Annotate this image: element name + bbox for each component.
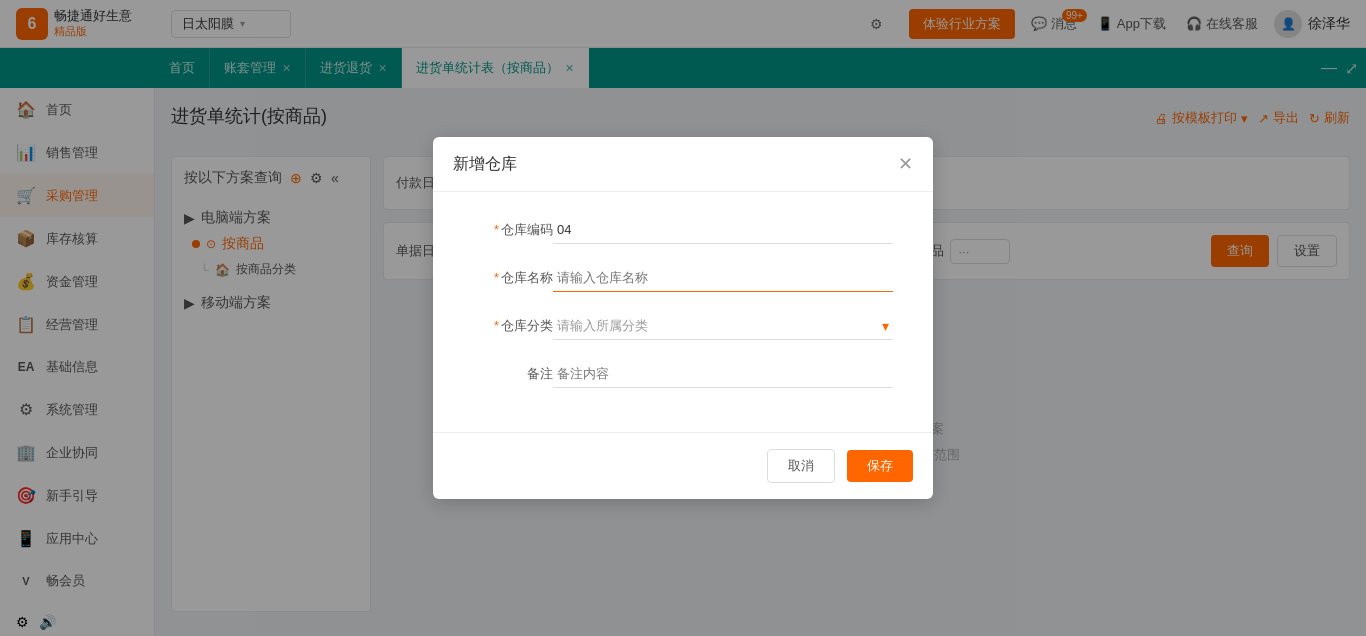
modal-body: 仓库编码 仓库名称 仓库分类 请输入所属分类 ▾ 备注	[433, 192, 933, 432]
save-button[interactable]: 保存	[847, 450, 913, 482]
modal-overlay: 新增仓库 ✕ 仓库编码 仓库名称 仓库分类 请输入所属分类	[0, 0, 1366, 636]
form-row-name: 仓库名称	[473, 264, 893, 292]
name-input[interactable]	[553, 264, 893, 292]
category-select[interactable]: 请输入所属分类	[553, 312, 893, 339]
new-warehouse-modal: 新增仓库 ✕ 仓库编码 仓库名称 仓库分类 请输入所属分类	[433, 137, 933, 499]
form-row-category: 仓库分类 请输入所属分类 ▾	[473, 312, 893, 340]
code-input[interactable]	[553, 216, 893, 244]
modal-header: 新增仓库 ✕	[433, 137, 933, 192]
modal-close-icon[interactable]: ✕	[898, 153, 913, 175]
modal-footer: 取消 保存	[433, 432, 933, 499]
modal-title: 新增仓库	[453, 154, 517, 175]
cancel-button[interactable]: 取消	[767, 449, 835, 483]
name-label: 仓库名称	[473, 269, 553, 287]
note-label: 备注	[473, 365, 553, 383]
note-input[interactable]	[553, 360, 893, 388]
form-row-code: 仓库编码	[473, 216, 893, 244]
code-label: 仓库编码	[473, 221, 553, 239]
form-row-note: 备注	[473, 360, 893, 388]
category-label: 仓库分类	[473, 317, 553, 335]
category-select-wrapper: 请输入所属分类 ▾	[553, 312, 893, 340]
